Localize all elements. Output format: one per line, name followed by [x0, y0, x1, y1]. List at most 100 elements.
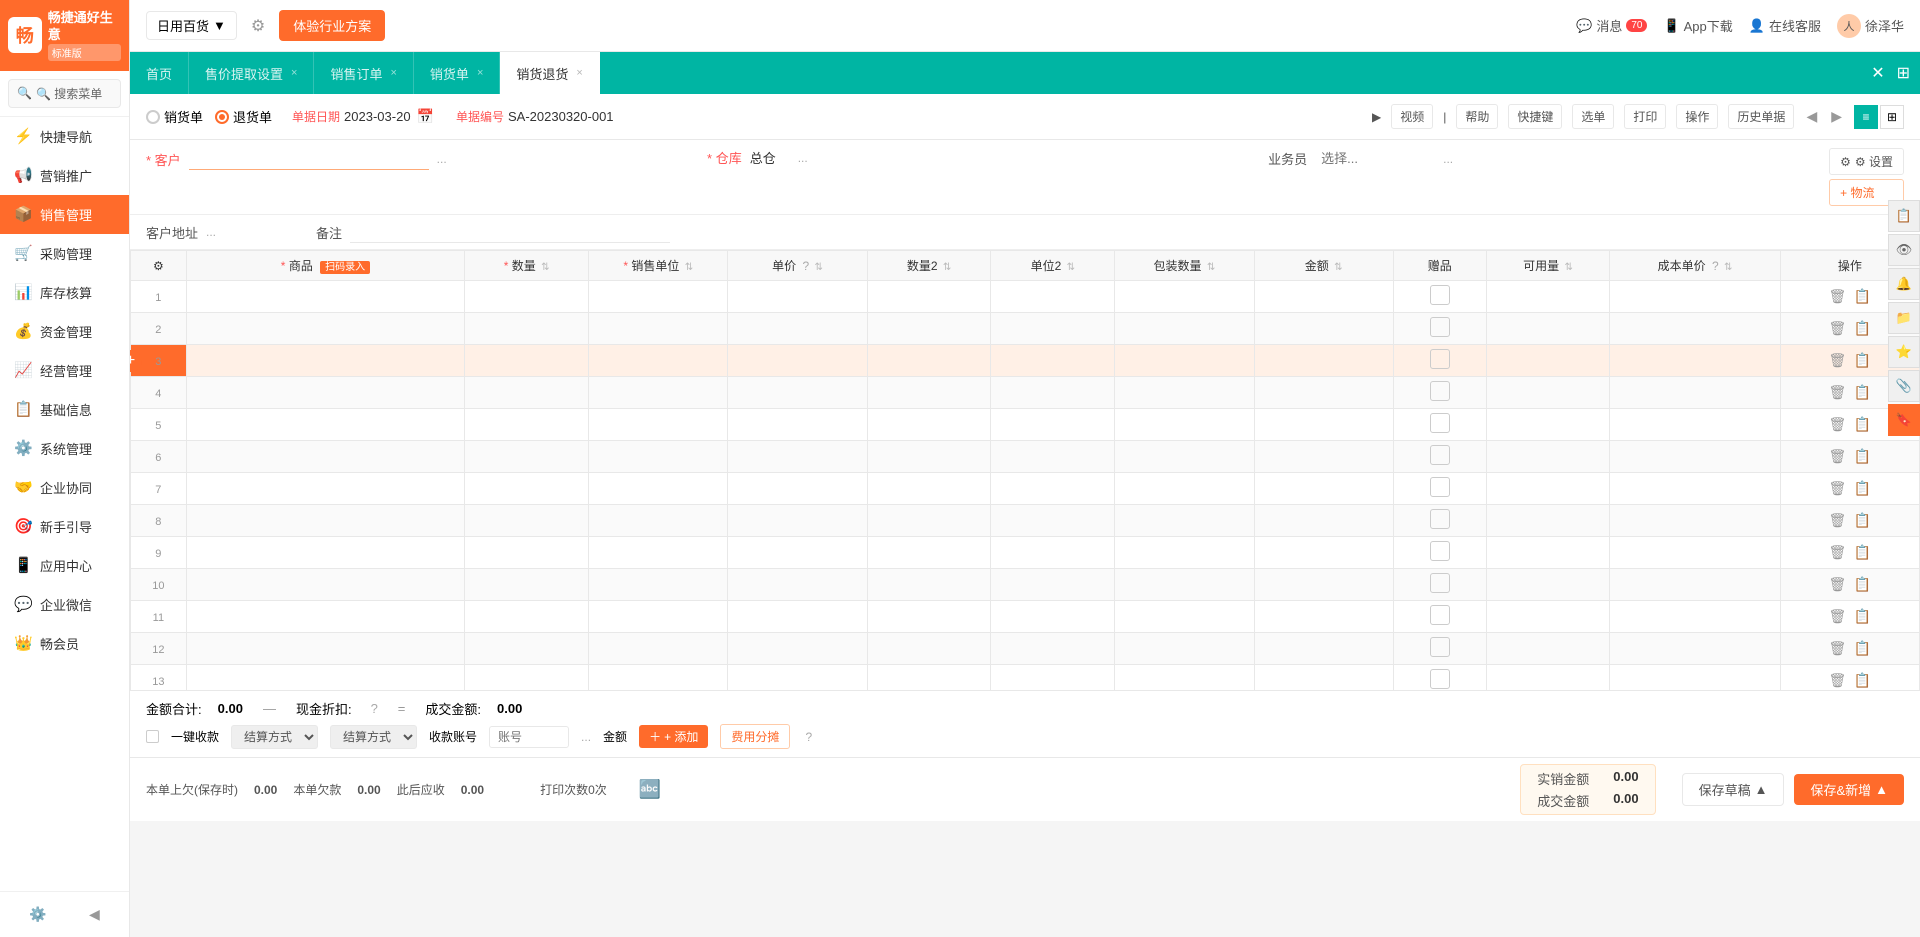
row-5-qty[interactable] — [465, 409, 589, 441]
tab-price-settings[interactable]: 售价提取设置 × — [189, 52, 314, 94]
operate-btn[interactable]: 操作 — [1676, 104, 1718, 129]
sidebar-item-purchase[interactable]: 🛒 采购管理 — [0, 234, 129, 273]
row-6-qty[interactable] — [465, 441, 589, 473]
row-13-gift[interactable] — [1393, 665, 1486, 691]
row-2-product[interactable] — [186, 313, 465, 345]
row-8-available[interactable] — [1486, 505, 1610, 537]
sidebar-item-finance[interactable]: 💰 资金管理 — [0, 312, 129, 351]
row-7-qty[interactable] — [465, 473, 589, 505]
row-1-price[interactable] — [728, 281, 867, 313]
sidebar-item-wechat[interactable]: 💬 企业微信 — [0, 585, 129, 624]
row-6-product[interactable] — [186, 441, 465, 473]
table-settings-icon[interactable]: ⚙ — [153, 259, 164, 273]
help-icon2[interactable]: ? — [371, 701, 378, 716]
row-2-unit2[interactable] — [991, 313, 1115, 345]
row-10-gift[interactable] — [1393, 569, 1486, 601]
row-13-product[interactable] — [186, 665, 465, 691]
qty2-sort-icon[interactable]: ⇅ — [943, 262, 951, 273]
radio-sales[interactable]: 销货单 — [146, 107, 203, 126]
cost-help-icon[interactable]: ? — [1712, 259, 1719, 273]
row-1-amount[interactable] — [1254, 281, 1393, 313]
gift-checkbox-7[interactable] — [1430, 477, 1450, 497]
row-9-price[interactable] — [728, 537, 867, 569]
row-3-price[interactable] — [728, 345, 867, 377]
row-12-qty[interactable] — [465, 633, 589, 665]
row-2-gift[interactable] — [1393, 313, 1486, 345]
remark-input[interactable] — [350, 221, 670, 243]
unit2-sort-icon[interactable]: ⇅ — [1067, 262, 1075, 273]
tab-sales[interactable]: 销货单 × — [414, 52, 500, 94]
split-help-icon[interactable]: ? — [805, 730, 812, 744]
row-11-unit[interactable] — [589, 601, 728, 633]
unit-sort-icon[interactable]: ⇅ — [685, 262, 693, 273]
row-8-unit2[interactable] — [991, 505, 1115, 537]
price-sort-icon[interactable]: ⇅ — [814, 262, 822, 273]
select-btn[interactable]: 选单 — [1572, 104, 1614, 129]
gift-checkbox-12[interactable] — [1430, 637, 1450, 657]
row-5-unit[interactable] — [589, 409, 728, 441]
video-btn[interactable]: 视频 — [1391, 104, 1433, 129]
tab-sales-close[interactable]: × — [477, 67, 483, 79]
row-11-pkg[interactable] — [1115, 601, 1254, 633]
app-download-btn[interactable]: 📱 App下载 — [1663, 16, 1732, 35]
row-4-unit2[interactable] — [991, 377, 1115, 409]
row-8-qty[interactable] — [465, 505, 589, 537]
row-12-product[interactable] — [186, 633, 465, 665]
row-10-pkg[interactable] — [1115, 569, 1254, 601]
row-7-cost[interactable] — [1610, 473, 1780, 505]
row-1-available[interactable] — [1486, 281, 1610, 313]
row-4-copy-btn[interactable]: 📋 — [1852, 382, 1873, 403]
row-7-delete-btn[interactable]: 🗑 — [1827, 478, 1849, 499]
row-7-price[interactable] — [728, 473, 867, 505]
row-3-qty2[interactable] — [867, 345, 991, 377]
row-3-amount[interactable] — [1254, 345, 1393, 377]
row-1-unit[interactable] — [589, 281, 728, 313]
row-10-copy-btn[interactable]: 📋 — [1852, 574, 1873, 595]
row-12-delete-btn[interactable]: 🗑 — [1827, 638, 1849, 659]
row-7-unit2[interactable] — [991, 473, 1115, 505]
row-9-cost[interactable] — [1610, 537, 1780, 569]
row-8-pkg[interactable] — [1115, 505, 1254, 537]
row-9-delete-btn[interactable]: 🗑 — [1827, 542, 1849, 563]
row-2-qty2[interactable] — [867, 313, 991, 345]
row-5-copy-btn[interactable]: 📋 — [1852, 414, 1873, 435]
rf-btn-6[interactable]: 📎 — [1888, 370, 1920, 402]
gift-checkbox-3[interactable] — [1430, 349, 1450, 369]
row-12-available[interactable] — [1486, 633, 1610, 665]
one-key-checkbox[interactable] — [146, 730, 159, 743]
gift-checkbox-2[interactable] — [1430, 317, 1450, 337]
row-8-product[interactable] — [186, 505, 465, 537]
row-5-cost[interactable] — [1610, 409, 1780, 441]
row-2-amount[interactable] — [1254, 313, 1393, 345]
help-btn[interactable]: 帮助 — [1456, 104, 1498, 129]
row-9-qty2[interactable] — [867, 537, 991, 569]
row-11-product[interactable] — [186, 601, 465, 633]
product-input[interactable] — [193, 353, 459, 368]
save-new-btn[interactable]: 保存&新增 ▲ — [1794, 774, 1904, 805]
row-8-delete-btn[interactable]: 🗑 — [1827, 510, 1849, 531]
row-4-available[interactable] — [1486, 377, 1610, 409]
row-12-copy-btn[interactable]: 📋 — [1852, 638, 1873, 659]
row-11-qty2[interactable] — [867, 601, 991, 633]
row-11-qty[interactable] — [465, 601, 589, 633]
row-13-available[interactable] — [1486, 665, 1610, 691]
barcode-btn[interactable]: 扫码录入 — [320, 261, 370, 274]
row-13-amount[interactable] — [1254, 665, 1393, 691]
row-12-amount[interactable] — [1254, 633, 1393, 665]
row-9-unit2[interactable] — [991, 537, 1115, 569]
row-1-qty2[interactable] — [867, 281, 991, 313]
gift-checkbox-1[interactable] — [1430, 285, 1450, 305]
sidebar-item-marketing[interactable]: 📢 营销推广 — [0, 156, 129, 195]
row-11-delete-btn[interactable]: 🗑 — [1827, 606, 1849, 627]
row-3-qty[interactable] — [465, 345, 589, 377]
row-1-delete-btn[interactable]: 🗑 — [1827, 286, 1849, 307]
expense-split-btn[interactable]: 费用分摊 — [720, 724, 790, 749]
row-4-cost[interactable] — [1610, 377, 1780, 409]
row-7-amount[interactable] — [1254, 473, 1393, 505]
tab-sales-order-close[interactable]: × — [390, 67, 396, 79]
row-4-price[interactable] — [728, 377, 867, 409]
collapse-sidebar-icon[interactable]: ◀ — [87, 904, 102, 925]
row-12-unit[interactable] — [589, 633, 728, 665]
row-3-unit2[interactable] — [991, 345, 1115, 377]
row-9-copy-btn[interactable]: 📋 — [1852, 542, 1873, 563]
